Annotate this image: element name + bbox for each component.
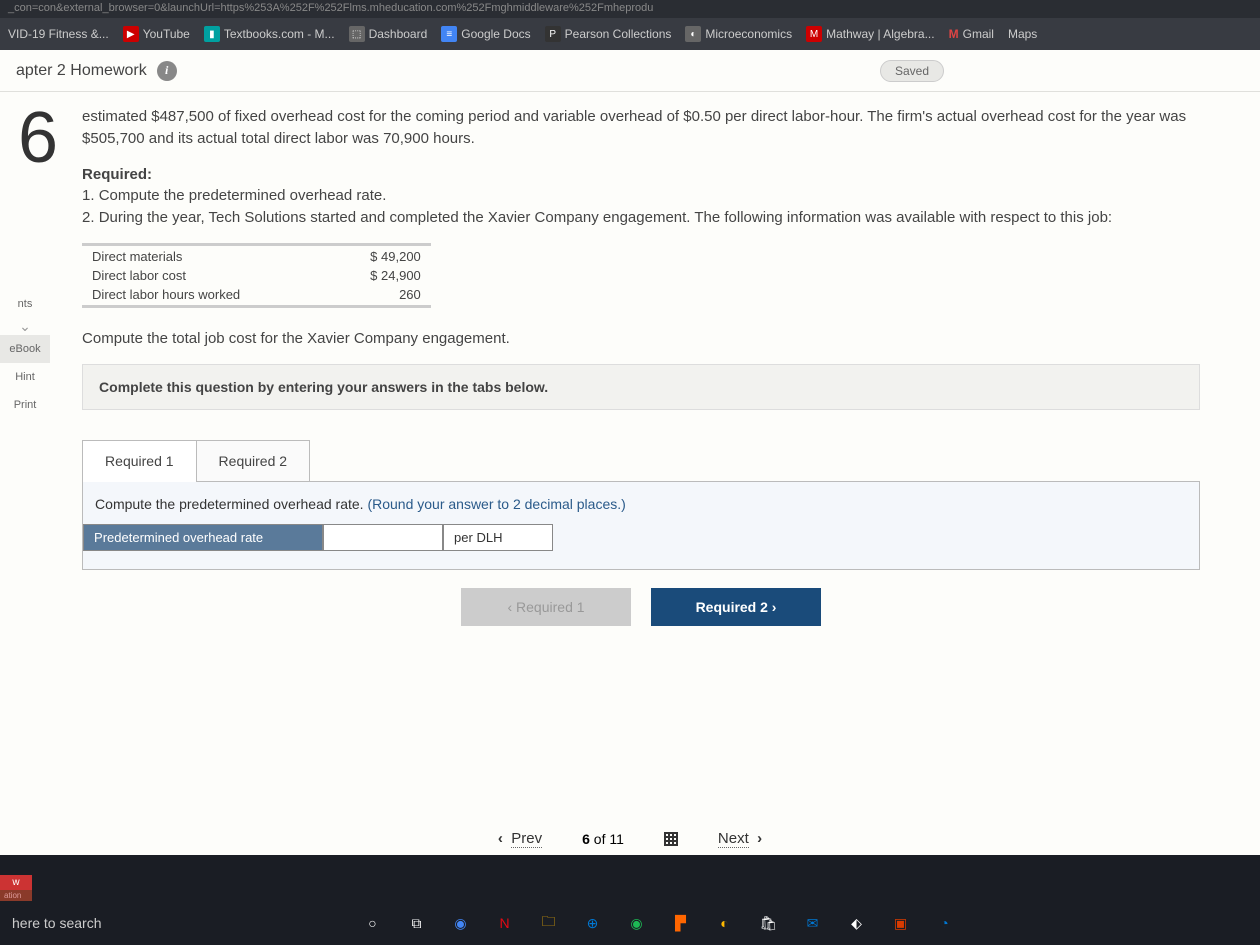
edge-icon[interactable]: ⊕ <box>580 910 606 936</box>
office-icon[interactable]: ▣ <box>888 910 914 936</box>
pager-prev[interactable]: ‹ Prev <box>498 830 542 847</box>
bookmark-covid[interactable]: VID-19 Fitness &... <box>8 27 109 41</box>
table-row: Direct labor hours worked260 <box>84 286 429 303</box>
edge-tab-ation[interactable]: ation <box>0 890 32 901</box>
bookmark-dashboard[interactable]: ⬚Dashboard <box>349 26 428 42</box>
rate-input[interactable] <box>323 524 443 551</box>
taskbar-search[interactable]: here to search <box>12 915 102 931</box>
bookmark-maps[interactable]: Maps <box>1008 27 1037 41</box>
store-icon[interactable]: 🛍 <box>756 910 782 936</box>
taskview-icon[interactable]: ⧉ <box>404 910 430 936</box>
info-icon[interactable]: i <box>157 61 177 81</box>
tab-panel: Compute the predetermined overhead rate.… <box>82 481 1200 570</box>
answer-tabs: Required 1 Required 2 <box>82 440 1200 482</box>
rate-label: Predetermined overhead rate <box>83 524 323 551</box>
micro-icon: ◐ <box>685 26 701 42</box>
dashboard-icon: ⬚ <box>349 26 365 42</box>
tab-nav-buttons: ‹ Required 1 Required 2 › <box>82 570 1200 644</box>
question-content: 6 nts ⌄ eBook Hint Print estimated $487,… <box>0 92 1260 832</box>
sidebar-nts[interactable]: nts <box>0 290 50 318</box>
rate-row: Predetermined overhead rate per DLH <box>83 524 1199 551</box>
sidebar-hint[interactable]: Hint <box>0 363 50 391</box>
assignment-header: apter 2 Homework i Saved <box>0 50 1260 92</box>
prev-required-button: ‹ Required 1 <box>461 588 631 626</box>
windows-taskbar: here to search ○ ⧉ ◉ N 🗀 ⊕ ◉ ▛ ◐ 🛍 ✉ ⬖ ▣… <box>0 901 1260 945</box>
bookmark-youtube[interactable]: ▶YouTube <box>123 26 190 42</box>
bookmarks-bar: VID-19 Fitness &... ▶YouTube ▮Textbooks.… <box>0 18 1260 50</box>
url-fragment: _con=con&external_browser=0&launchUrl=ht… <box>0 0 1260 18</box>
mail-icon[interactable]: ✉ <box>800 910 826 936</box>
bookmark-gdocs[interactable]: ≡Google Docs <box>441 26 530 42</box>
cortana-icon[interactable]: ○ <box>360 910 386 936</box>
sidebar-ebook[interactable]: eBook <box>0 335 50 363</box>
question-number: 6 <box>0 92 82 832</box>
required-block: Required: 1. Compute the predetermined o… <box>82 164 1200 229</box>
explorer-icon[interactable]: 🗀 <box>536 910 562 936</box>
pager-next[interactable]: Next › <box>718 830 762 847</box>
pearson-icon: P <box>545 26 561 42</box>
bookmark-micro[interactable]: ◐Microeconomics <box>685 26 792 42</box>
edge-tab-w[interactable]: w <box>0 875 32 890</box>
grid-icon[interactable] <box>664 832 678 846</box>
assignment-title: apter 2 Homework <box>16 62 147 80</box>
problem-intro: estimated $487,500 of fixed overhead cos… <box>82 106 1200 150</box>
sidebar-print[interactable]: Print <box>0 391 50 419</box>
textbooks-icon: ▮ <box>204 26 220 42</box>
table-row: Direct labor cost$ 24,900 <box>84 267 429 284</box>
next-required-button[interactable]: Required 2 › <box>651 588 821 626</box>
app2-icon[interactable]: ▛ <box>668 910 694 936</box>
chrome-icon[interactable]: ◉ <box>448 910 474 936</box>
tab-required-1[interactable]: Required 1 <box>82 440 197 482</box>
youtube-icon: ▶ <box>123 26 139 42</box>
app-icon[interactable]: N <box>492 910 518 936</box>
tab-required-2[interactable]: Required 2 <box>197 440 311 482</box>
bookmark-mathway[interactable]: MMathway | Algebra... <box>806 26 935 42</box>
spotify-icon[interactable]: ◉ <box>624 910 650 936</box>
table-row: Direct materials$ 49,200 <box>84 248 429 265</box>
tab-instruction: Compute the predetermined overhead rate.… <box>83 496 1199 524</box>
tips-icon[interactable]: ◐ <box>712 910 738 936</box>
question-pager: ‹ Prev 6 of 11 Next › <box>0 822 1260 855</box>
pager-position: 6 of 11 <box>582 831 624 847</box>
bookmark-pearson[interactable]: PPearson Collections <box>545 26 672 42</box>
collapse-icon[interactable]: ⌄ <box>0 318 50 335</box>
bookmark-textbooks[interactable]: ▮Textbooks.com - M... <box>204 26 335 42</box>
job-data-table: Direct materials$ 49,200 Direct labor co… <box>82 243 431 308</box>
compute-instruction: Compute the total job cost for the Xavie… <box>82 328 1200 350</box>
tools-sidebar: nts ⌄ eBook Hint Print <box>0 290 50 419</box>
mathway-icon: M <box>806 26 822 42</box>
edge2-icon[interactable]: ◔ <box>932 910 958 936</box>
gdocs-icon: ≡ <box>441 26 457 42</box>
rate-unit: per DLH <box>443 524 553 551</box>
bookmark-gmail[interactable]: M Gmail <box>949 27 994 41</box>
left-edge-tabs: w ation <box>0 875 32 901</box>
instruction-banner: Complete this question by entering your … <box>82 364 1200 410</box>
dropbox-icon[interactable]: ⬖ <box>844 910 870 936</box>
saved-indicator: Saved <box>880 60 944 82</box>
